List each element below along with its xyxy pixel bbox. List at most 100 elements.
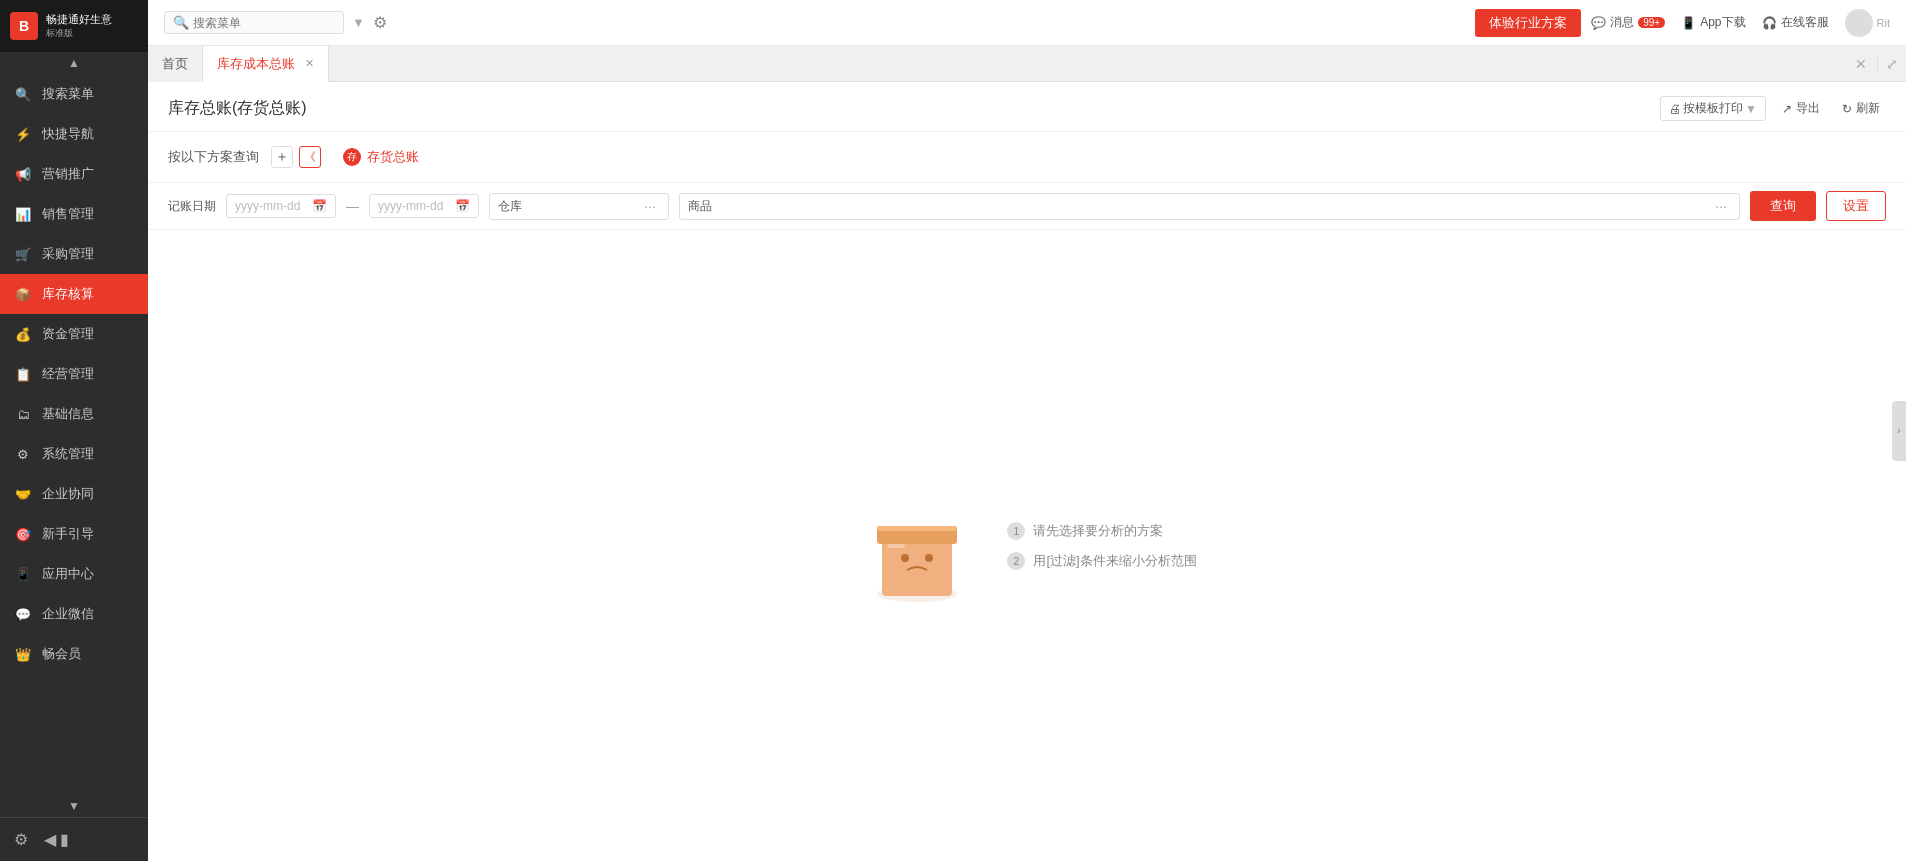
- printer-icon: 🖨: [1669, 102, 1681, 116]
- refresh-icon: ↻: [1842, 102, 1852, 116]
- page-title: 库存总账(存货总账): [168, 98, 307, 119]
- print-dropdown-icon[interactable]: ▼: [1745, 102, 1757, 116]
- more-icon[interactable]: ···: [640, 198, 660, 214]
- app-logo: B 畅捷通好生意 标准版: [0, 0, 148, 52]
- sidebar-item-system[interactable]: ⚙ 系统管理: [0, 434, 148, 474]
- sidebar-item-label: 企业微信: [42, 605, 94, 623]
- avatar: [1845, 9, 1873, 37]
- app-version: 标准版: [46, 27, 112, 40]
- capital-icon: 💰: [14, 325, 32, 343]
- sidebar-item-purchase[interactable]: 🛒 采购管理: [0, 234, 148, 274]
- export-btn[interactable]: ↗ 导出: [1776, 97, 1826, 120]
- sidebar-item-app-center[interactable]: 📱 应用中心: [0, 554, 148, 594]
- tab-inventory-cost[interactable]: 库存成本总账 ✕: [203, 46, 329, 82]
- sidebar-item-member[interactable]: 👑 畅会员: [0, 634, 148, 674]
- goods-more-icon[interactable]: ···: [1711, 198, 1731, 214]
- right-collapse-handle[interactable]: ›: [1892, 401, 1906, 461]
- sidebar-item-operations[interactable]: 📋 经营管理: [0, 354, 148, 394]
- scheme-item[interactable]: 存 存货总账: [333, 144, 429, 170]
- print-btn[interactable]: 🖨 按模板打印 ▼: [1660, 96, 1766, 121]
- goods-label: 商品: [688, 198, 712, 215]
- close-panel-btn[interactable]: ✕: [1845, 56, 1877, 72]
- filter-actions: ＋ 《: [271, 146, 321, 168]
- sidebar-item-inventory[interactable]: 📦 库存核算: [0, 274, 148, 314]
- inventory-icon: 📦: [14, 285, 32, 303]
- refresh-btn[interactable]: ↻ 刷新: [1836, 97, 1886, 120]
- sidebar-footer: ⚙ ◀ ▮: [0, 817, 148, 861]
- sidebar-scroll-down[interactable]: ▼: [0, 795, 148, 817]
- tab-close-btn[interactable]: ✕: [305, 57, 314, 70]
- sidebar-collapse-btn[interactable]: ◀ ▮: [44, 830, 69, 849]
- search-input[interactable]: [193, 16, 293, 30]
- sidebar-item-shortcut[interactable]: ⚡ 快捷导航: [0, 114, 148, 154]
- empty-hint-2: 2 用[过滤]条件来缩小分析范围: [1007, 552, 1196, 570]
- sidebar-item-sales[interactable]: 📊 销售管理: [0, 194, 148, 234]
- empty-illustration: [857, 486, 977, 606]
- svg-rect-6: [887, 544, 905, 548]
- messages-btn[interactable]: 💬 消息 99+: [1591, 14, 1665, 31]
- filter-add-btn[interactable]: ＋: [271, 146, 293, 168]
- operations-icon: 📋: [14, 365, 32, 383]
- date-start-value: yyyy-mm-dd: [235, 199, 308, 213]
- dropdown-arrow-icon[interactable]: ▼: [352, 15, 365, 30]
- shortcut-icon: ⚡: [14, 125, 32, 143]
- marketing-icon: 📢: [14, 165, 32, 183]
- sales-icon: 📊: [14, 205, 32, 223]
- svg-rect-3: [877, 526, 957, 531]
- right-arrow-icon: ›: [1897, 425, 1900, 436]
- query-btn[interactable]: 查询: [1750, 191, 1816, 221]
- filter-area: 按以下方案查询 ＋ 《 存 存货总账: [148, 132, 1906, 183]
- calendar-icon[interactable]: 📅: [312, 199, 327, 213]
- topbar-search-box[interactable]: 🔍: [164, 11, 344, 34]
- phone-icon: 📱: [1681, 16, 1696, 30]
- sidebar-item-label: 搜索菜单: [42, 85, 94, 103]
- messages-label: 消息: [1610, 14, 1634, 31]
- sidebar-settings-btn[interactable]: ⚙: [14, 830, 28, 849]
- sidebar-item-search[interactable]: 🔍 搜索菜单: [0, 74, 148, 114]
- tabs-bar: 首页 库存成本总账 ✕ ✕ ⤢: [148, 46, 1906, 82]
- tab-home-label: 首页: [162, 55, 188, 73]
- messages-badge: 99+: [1638, 17, 1665, 28]
- calendar-end-icon[interactable]: 📅: [455, 199, 470, 213]
- goods-select[interactable]: 商品 ···: [679, 193, 1740, 220]
- sidebar-item-enterprise[interactable]: 🤝 企业协同: [0, 474, 148, 514]
- empty-state: 1 请先选择要分析的方案 2 用[过滤]条件来缩小分析范围: [148, 230, 1906, 861]
- page-header-actions: 🖨 按模板打印 ▼ ↗ 导出 ↻ 刷新: [1660, 96, 1886, 121]
- industry-btn[interactable]: 体验行业方案: [1475, 9, 1581, 37]
- sidebar-item-label: 新手引导: [42, 525, 94, 543]
- sidebar-item-marketing[interactable]: 📢 营销推广: [0, 154, 148, 194]
- app-center-icon: 📱: [14, 565, 32, 583]
- date-end-input[interactable]: yyyy-mm-dd 📅: [369, 194, 479, 218]
- topbar-settings-icon[interactable]: ⚙: [373, 13, 387, 32]
- topbar: 🔍 ▼ ⚙ 体验行业方案 💬 消息 99+ 📱 App下载 🎧 在线客服: [148, 0, 1906, 46]
- sidebar-item-label: 快捷导航: [42, 125, 94, 143]
- member-icon: 👑: [14, 645, 32, 663]
- date-label: 记账日期: [168, 198, 216, 215]
- date-start-input[interactable]: yyyy-mm-dd 📅: [226, 194, 336, 218]
- warehouse-select[interactable]: 仓库 ···: [489, 193, 669, 220]
- sidebar-item-label: 库存核算: [42, 285, 94, 303]
- sidebar-item-wechat[interactable]: 💬 企业微信: [0, 594, 148, 634]
- sidebar-item-newbie[interactable]: 🎯 新手引导: [0, 514, 148, 554]
- topbar-search-area: 🔍 ▼ ⚙: [164, 11, 1465, 34]
- sidebar-item-capital[interactable]: 💰 资金管理: [0, 314, 148, 354]
- sidebar-scroll-up[interactable]: ▲: [0, 52, 148, 74]
- filter-collapse-btn[interactable]: 《: [299, 146, 321, 168]
- main-area: 🔍 ▼ ⚙ 体验行业方案 💬 消息 99+ 📱 App下载 🎧 在线客服: [148, 0, 1906, 861]
- filter-label: 按以下方案查询: [168, 148, 259, 166]
- resize-panel-btn[interactable]: ⤢: [1877, 56, 1906, 72]
- wechat-icon: 💬: [14, 605, 32, 623]
- svg-rect-1: [882, 541, 952, 596]
- app-name: 畅捷通好生意: [46, 12, 112, 27]
- sidebar-item-basics[interactable]: 🗂 基础信息: [0, 394, 148, 434]
- app-download-btn[interactable]: 📱 App下载: [1681, 14, 1745, 31]
- sidebar-item-label: 经营管理: [42, 365, 94, 383]
- basics-icon: 🗂: [14, 405, 32, 423]
- online-support-btn[interactable]: 🎧 在线客服: [1762, 14, 1829, 31]
- settings-btn[interactable]: 设置: [1826, 191, 1886, 221]
- sidebar-nav: 🔍 搜索菜单 ⚡ 快捷导航 📢 营销推广 📊 销售管理 🛒 采购管理 📦 库存核…: [0, 74, 148, 795]
- print-label: 按模板打印: [1683, 100, 1743, 117]
- enterprise-icon: 🤝: [14, 485, 32, 503]
- tab-home[interactable]: 首页: [148, 46, 203, 82]
- user-avatar-area[interactable]: Rit: [1845, 9, 1890, 37]
